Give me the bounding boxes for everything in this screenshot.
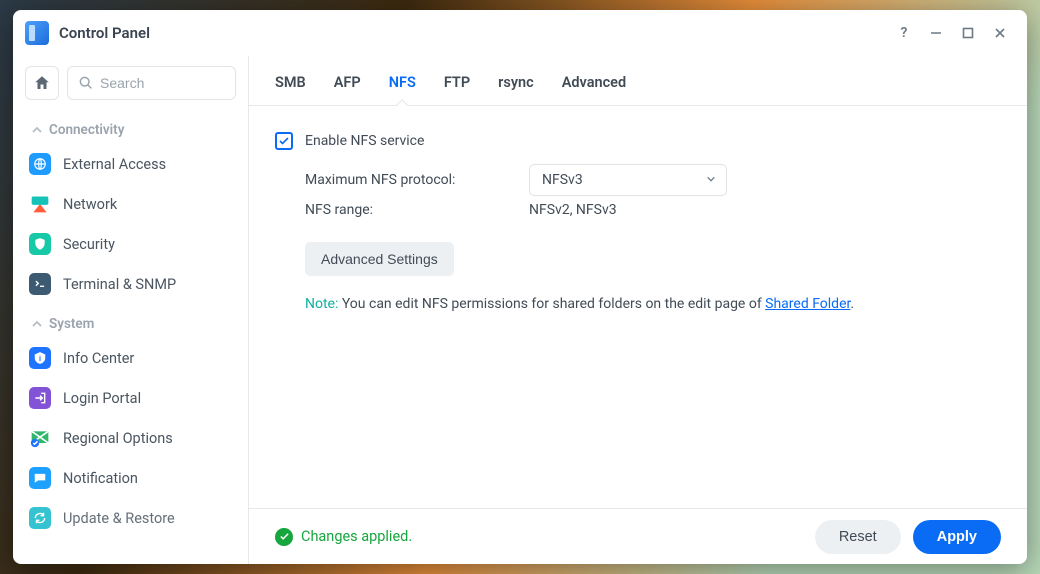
shield-icon [29,233,51,255]
chevron-up-icon [31,124,43,136]
window: Control Panel ? [13,10,1027,564]
home-button[interactable] [25,66,59,100]
status: Changes applied. [275,528,412,546]
chevron-down-icon [706,172,716,188]
minimize-button[interactable] [923,20,949,46]
footer: Changes applied. Reset Apply [249,508,1027,564]
sidebar-item-update-restore[interactable]: Update & Restore [13,498,244,538]
minimize-icon [930,27,942,39]
terminal-icon [29,273,51,295]
sidebar-item-label: Security [63,236,115,253]
note-line: Note: You can edit NFS permissions for s… [305,296,1001,312]
content: Enable NFS service Maximum NFS protocol:… [249,106,1027,508]
note-text-before: You can edit NFS permissions for shared … [338,296,765,312]
sidebar-item-label: Regional Options [63,430,173,447]
svg-text:i: i [39,354,41,363]
window-title: Control Panel [59,24,150,42]
sidebar-item-terminal-snmp[interactable]: Terminal & SNMP [13,264,244,304]
chevron-up-icon [31,318,43,330]
globe-icon [29,153,51,175]
sidebar-item-login-portal[interactable]: Login Portal [13,378,244,418]
sidebar: Connectivity External Access Network Sec… [13,56,249,564]
shared-folder-link[interactable]: Shared Folder [765,296,850,312]
advanced-settings-button[interactable]: Advanced Settings [305,242,454,276]
home-icon [33,74,51,92]
sidebar-item-notification[interactable]: Notification [13,458,244,498]
status-text: Changes applied. [301,528,412,545]
sidebar-item-label: Network [63,196,117,213]
tab-advanced[interactable]: Advanced [562,74,626,105]
check-icon [278,135,290,147]
note-text-after: . [850,296,854,312]
login-portal-icon [29,387,51,409]
search-field[interactable] [67,66,236,100]
sidebar-item-security[interactable]: Security [13,224,244,264]
enable-nfs-label: Enable NFS service [305,133,424,149]
notification-icon [29,467,51,489]
tabbar: SMB AFP NFS FTP rsync Advanced [249,56,1027,106]
reset-button[interactable]: Reset [815,520,901,554]
sidebar-item-regional-options[interactable]: Regional Options [13,418,244,458]
maximize-button[interactable] [955,20,981,46]
sidebar-scroll[interactable]: Connectivity External Access Network Sec… [13,110,248,564]
sidebar-item-label: Notification [63,470,138,487]
tab-afp[interactable]: AFP [334,74,361,105]
search-icon [78,75,94,91]
tab-ftp[interactable]: FTP [444,74,470,105]
sidebar-item-label: Update & Restore [63,510,175,527]
enable-nfs-checkbox[interactable] [275,132,293,150]
sidebar-item-label: Terminal & SNMP [63,276,176,293]
success-icon [275,528,293,546]
apply-button[interactable]: Apply [913,520,1001,554]
sidebar-item-info-center[interactable]: i Info Center [13,338,244,378]
regional-icon [29,427,51,449]
nfs-range-value: NFSv2, NFSv3 [529,202,617,218]
tab-smb[interactable]: SMB [275,74,306,105]
update-icon [29,507,51,529]
note-label: Note: [305,296,338,312]
group-header-label: Connectivity [49,122,124,138]
close-button[interactable] [987,20,1013,46]
tab-rsync[interactable]: rsync [498,74,534,105]
info-icon: i [29,347,51,369]
sidebar-item-network[interactable]: Network [13,184,244,224]
sidebar-item-label: Login Portal [63,390,141,407]
tab-nfs[interactable]: NFS [389,74,416,105]
close-icon [994,27,1006,39]
sidebar-item-external-access[interactable]: External Access [13,144,244,184]
app-icon [25,21,49,45]
group-header-connectivity[interactable]: Connectivity [13,110,244,144]
max-protocol-label: Maximum NFS protocol: [305,172,529,188]
network-icon [29,193,51,215]
titlebar: Control Panel ? [13,10,1027,56]
search-input[interactable] [100,75,225,91]
sidebar-item-label: External Access [63,156,166,173]
main: SMB AFP NFS FTP rsync Advanced Enable NF… [249,56,1027,564]
max-protocol-value: NFSv3 [542,172,583,188]
group-header-system[interactable]: System [13,304,244,338]
group-header-label: System [49,316,94,332]
max-protocol-select[interactable]: NFSv3 [529,164,727,196]
nfs-range-label: NFS range: [305,202,529,218]
sidebar-item-label: Info Center [63,350,134,367]
maximize-icon [962,27,974,39]
help-button[interactable]: ? [891,20,917,46]
